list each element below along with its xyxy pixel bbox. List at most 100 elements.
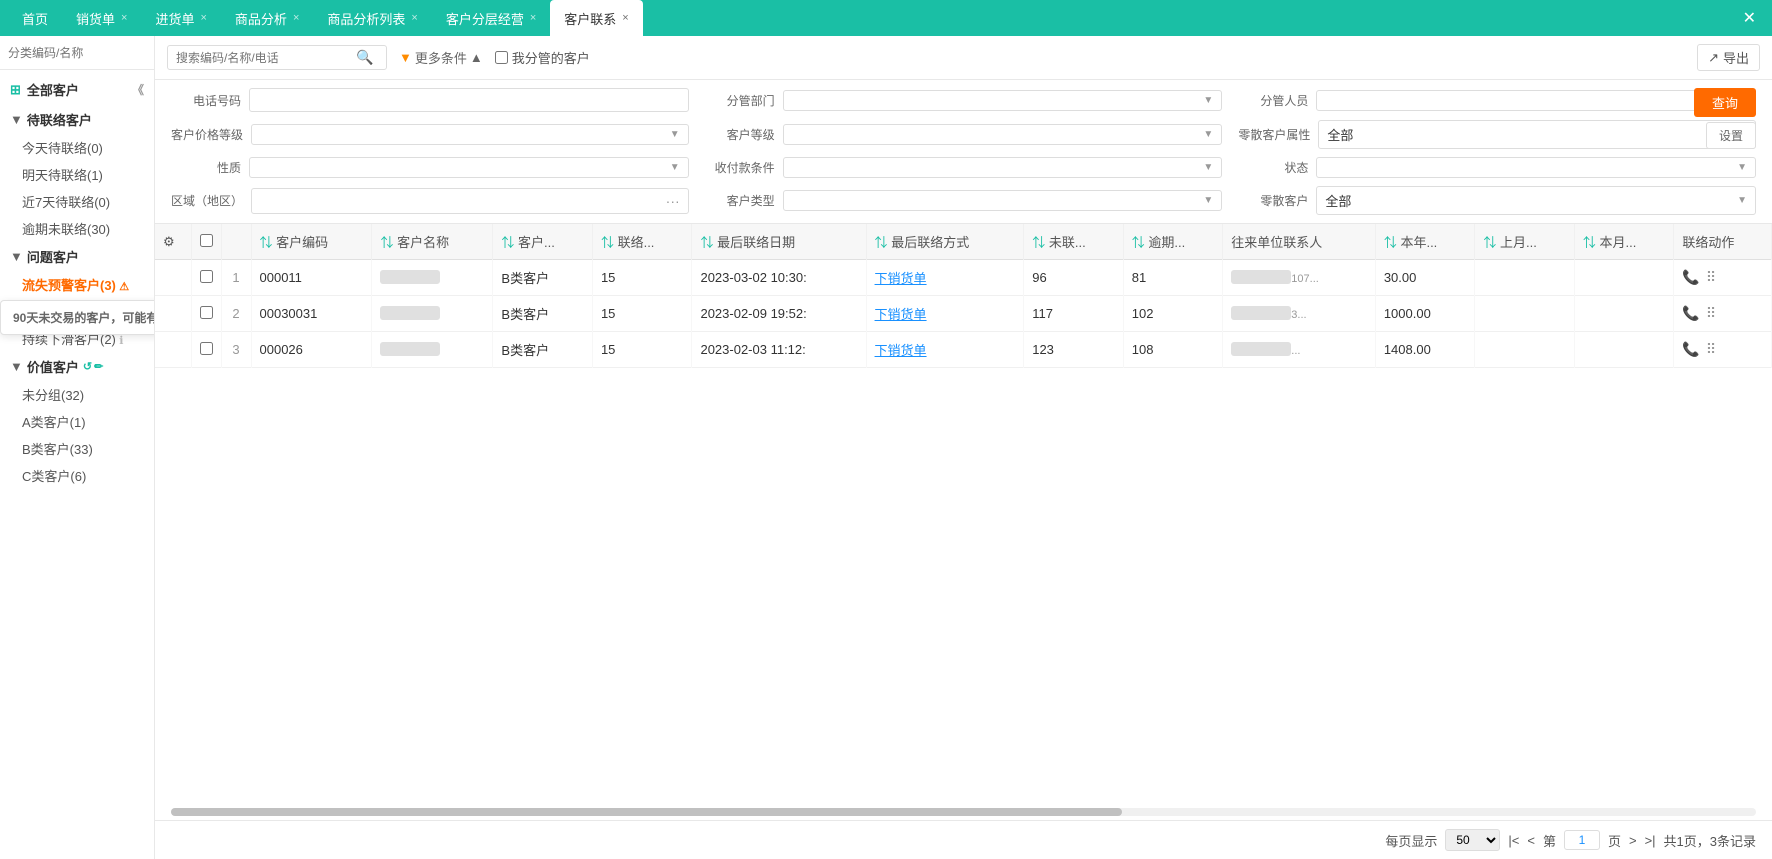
table-row: 2 00030031 B类客户 15 2023-02-09 19:52: 下销货…: [155, 296, 1772, 332]
sidebar-item-ungrouped[interactable]: 未分组(32): [0, 381, 154, 408]
arrow-icon: ▼: [10, 112, 23, 127]
last-page-btn[interactable]: >|: [1645, 833, 1656, 848]
close-customer-tier[interactable]: ×: [530, 12, 536, 24]
sidebar-group-value[interactable]: ▼ 价值客户 ↺ ✏: [0, 352, 154, 381]
sidebar-collapse-btn[interactable]: 《: [132, 81, 144, 98]
last-method-link[interactable]: 下销货单: [875, 271, 927, 286]
sidebar-item-tomorrow[interactable]: 明天待联络(1): [0, 161, 154, 188]
prev-page-btn[interactable]: <: [1527, 833, 1535, 848]
col-overdue-header[interactable]: ⇅ 逾期...: [1123, 224, 1223, 260]
tab-product-analysis[interactable]: 商品分析 ×: [221, 0, 313, 36]
retail-attr-select[interactable]: 全部 ▼: [1318, 120, 1756, 149]
region-more-btn[interactable]: ···: [666, 193, 680, 209]
col-name-header[interactable]: ⇅ 客户名称: [372, 224, 493, 260]
row-select-checkbox[interactable]: [200, 306, 213, 319]
col-code-header[interactable]: ⇅ 客户编码: [251, 224, 372, 260]
close-customer-contact[interactable]: ×: [622, 12, 628, 24]
refresh-icon-value[interactable]: ↺: [83, 360, 92, 373]
col-last-date-header[interactable]: ⇅ 最后联络日期: [692, 224, 866, 260]
tab-purchase-order[interactable]: 进货单 ×: [141, 0, 220, 36]
search-input[interactable]: [176, 51, 356, 65]
col-this-year-header[interactable]: ⇅ 本年...: [1375, 224, 1475, 260]
horizontal-scrollbar[interactable]: [171, 808, 1756, 816]
my-customers-checkbox[interactable]: [495, 51, 508, 64]
row-select-checkbox[interactable]: [200, 270, 213, 283]
sidebar: 🔍 ⊞ 全部客户 《 ▼ 待联络客户 今天待联络(0) 明天待联络(1) 近7天…: [0, 36, 155, 859]
more-conditions-btn[interactable]: ▼ 更多条件 ▲: [399, 48, 483, 67]
col-last-method-header[interactable]: ⇅ 最后联络方式: [866, 224, 1024, 260]
edit-icon-value[interactable]: ✏: [94, 360, 103, 373]
table-header-row: ⚙ ⇅ 客户编码 ⇅ 客户名称: [155, 224, 1772, 260]
page-number-input[interactable]: [1564, 830, 1600, 850]
sort-icon-no-contact: ⇅: [1032, 235, 1045, 250]
sidebar-item-overdue[interactable]: 逾期未联络(30): [0, 215, 154, 242]
price-level-select[interactable]: ▼: [251, 124, 689, 145]
sidebar-item-7days[interactable]: 近7天待联络(0): [0, 188, 154, 215]
sidebar-item-class-a[interactable]: A类客户(1): [0, 408, 154, 435]
row-no-contact: 96: [1024, 260, 1124, 296]
close-product-analysis[interactable]: ×: [293, 12, 299, 24]
tab-home[interactable]: 首页: [8, 0, 62, 36]
region-label: 区域（地区）: [171, 192, 243, 209]
query-button[interactable]: 查询: [1694, 88, 1756, 117]
tab-sales-order[interactable]: 销货单 ×: [62, 0, 141, 36]
sidebar-search-input[interactable]: [8, 46, 155, 60]
more-action-icon[interactable]: ⠿: [1706, 269, 1716, 286]
col-contact-header[interactable]: ⇅ 联络...: [592, 224, 692, 260]
settings-icon[interactable]: ⚙: [163, 234, 175, 249]
tab-customer-tier[interactable]: 客户分层经营 ×: [432, 0, 550, 36]
payment-select[interactable]: ▼: [783, 157, 1223, 178]
sidebar-item-today[interactable]: 今天待联络(0): [0, 134, 154, 161]
nature-select[interactable]: ▼: [249, 157, 689, 178]
tab-customer-contact[interactable]: 客户联系 ×: [550, 0, 642, 36]
close-product-analysis-list[interactable]: ×: [411, 12, 417, 24]
status-select[interactable]: ▼: [1316, 157, 1756, 178]
col-this-month-header[interactable]: ⇅ 本月...: [1574, 224, 1674, 260]
sidebar-group-problem[interactable]: ▼ 问题客户 90天未交易的客户，可能有流失风险。: [0, 242, 154, 271]
settings-button[interactable]: 设置: [1706, 122, 1756, 149]
sidebar-item-churn-warning[interactable]: 流失预警客户(3) ⚠: [0, 271, 154, 298]
export-button[interactable]: ↗ 导出: [1697, 44, 1760, 71]
col-no-contact-header[interactable]: ⇅ 未联...: [1024, 224, 1124, 260]
close-sales-order[interactable]: ×: [121, 12, 127, 24]
sidebar-group-pending[interactable]: ▼ 待联络客户: [0, 105, 154, 134]
total-records: 共1页，3条记录: [1664, 831, 1756, 850]
region-select[interactable]: ···: [251, 188, 689, 214]
dept-select[interactable]: ▼: [783, 90, 1223, 111]
close-purchase-order[interactable]: ×: [200, 12, 206, 24]
row-select-checkbox[interactable]: [200, 342, 213, 355]
sidebar-all-customers[interactable]: ⊞ 全部客户 《: [0, 74, 154, 105]
phone-input[interactable]: [249, 88, 689, 112]
tab-product-analysis-list[interactable]: 商品分析列表 ×: [313, 0, 431, 36]
sidebar-item-class-c[interactable]: C类客户(6): [0, 462, 154, 489]
customer-type-select[interactable]: ▼: [783, 190, 1223, 211]
contact-icon[interactable]: 📞: [1682, 341, 1699, 358]
retail-customer-select[interactable]: 全部 ▼: [1316, 186, 1756, 215]
contact-icon[interactable]: 📞: [1682, 269, 1699, 286]
level-select[interactable]: ▼: [783, 124, 1223, 145]
select-all-checkbox[interactable]: [200, 234, 213, 247]
contact-icon[interactable]: 📞: [1682, 305, 1699, 322]
row-action: 📞 ⠿: [1674, 332, 1772, 368]
search-submit-icon[interactable]: 🔍: [356, 49, 373, 66]
scrollbar-thumb[interactable]: [171, 808, 1122, 816]
last-method-link[interactable]: 下销货单: [875, 343, 927, 358]
page-suffix: 页: [1608, 831, 1621, 850]
more-action-icon[interactable]: ⠿: [1706, 341, 1716, 358]
per-page-select[interactable]: 50 20 100: [1445, 829, 1500, 851]
more-action-icon[interactable]: ⠿: [1706, 305, 1716, 322]
filter-row-price-level: 客户价格等级 ▼: [171, 120, 689, 149]
table-row: 1 000011 B类客户 15 2023-03-02 10:30: 下销货单 …: [155, 260, 1772, 296]
first-page-btn[interactable]: |<: [1508, 833, 1519, 848]
col-contacts-header[interactable]: 往来单位联系人: [1223, 224, 1376, 260]
col-checkbox-header: [191, 224, 221, 260]
col-type-header[interactable]: ⇅ 客户...: [493, 224, 593, 260]
sidebar-item-class-b[interactable]: B类客户(33): [0, 435, 154, 462]
next-page-btn[interactable]: >: [1629, 833, 1637, 848]
row-code: 000026: [251, 332, 372, 368]
col-last-month-header[interactable]: ⇅ 上月...: [1475, 224, 1575, 260]
window-close-button[interactable]: ✕: [1735, 8, 1764, 28]
per-page-label: 每页显示: [1385, 831, 1437, 850]
person-select[interactable]: ▼: [1316, 90, 1734, 111]
last-method-link[interactable]: 下销货单: [875, 307, 927, 322]
